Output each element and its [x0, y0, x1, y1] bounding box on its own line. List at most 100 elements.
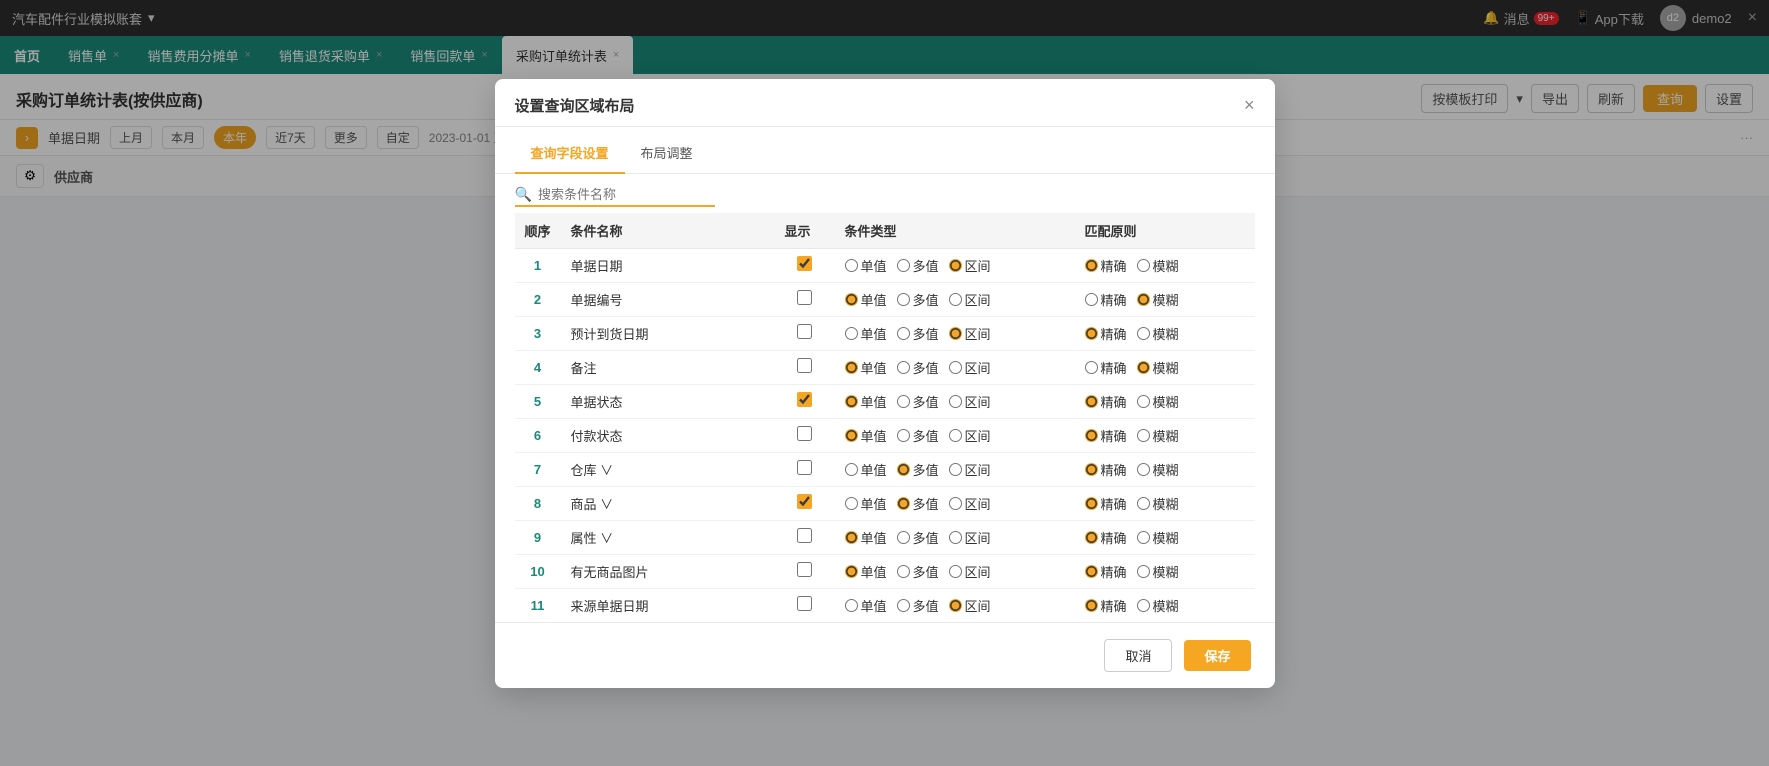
show-checkbox[interactable] [797, 290, 812, 305]
match-option-精确[interactable]: 精确 [1085, 596, 1127, 615]
type-radio-多值[interactable] [897, 327, 910, 340]
dialog-close-button[interactable]: × [1244, 95, 1255, 116]
match-radio-模糊[interactable] [1137, 531, 1150, 544]
type-option-单值[interactable]: 单值 [845, 358, 887, 377]
type-radio-单值[interactable] [845, 361, 858, 374]
type-radio-单值[interactable] [845, 565, 858, 578]
type-radio-多值[interactable] [897, 599, 910, 612]
match-option-模糊[interactable]: 模糊 [1137, 256, 1179, 275]
cancel-button[interactable]: 取消 [1104, 639, 1172, 672]
show-checkbox[interactable] [797, 358, 812, 373]
type-option-区间[interactable]: 区间 [949, 528, 991, 547]
type-option-区间[interactable]: 区间 [949, 426, 991, 445]
type-option-多值[interactable]: 多值 [897, 256, 939, 275]
match-option-精确[interactable]: 精确 [1085, 324, 1127, 343]
match-option-模糊[interactable]: 模糊 [1137, 324, 1179, 343]
type-option-多值[interactable]: 多值 [897, 392, 939, 411]
type-radio-单值[interactable] [845, 531, 858, 544]
match-option-精确[interactable]: 精确 [1085, 256, 1127, 275]
type-radio-单值[interactable] [845, 259, 858, 272]
type-option-多值[interactable]: 多值 [897, 528, 939, 547]
type-option-单值[interactable]: 单值 [845, 596, 887, 615]
type-option-多值[interactable]: 多值 [897, 324, 939, 343]
match-radio-模糊[interactable] [1137, 599, 1150, 612]
show-checkbox[interactable] [797, 426, 812, 441]
type-option-多值[interactable]: 多值 [897, 426, 939, 445]
match-radio-模糊[interactable] [1137, 497, 1150, 510]
type-radio-区间[interactable] [949, 327, 962, 340]
type-option-单值[interactable]: 单值 [845, 324, 887, 343]
match-radio-精确[interactable] [1085, 429, 1098, 442]
type-option-单值[interactable]: 单值 [845, 256, 887, 275]
match-radio-精确[interactable] [1085, 395, 1098, 408]
type-radio-多值[interactable] [897, 395, 910, 408]
match-option-精确[interactable]: 精确 [1085, 392, 1127, 411]
type-radio-区间[interactable] [949, 497, 962, 510]
type-radio-多值[interactable] [897, 429, 910, 442]
match-option-模糊[interactable]: 模糊 [1137, 494, 1179, 513]
match-option-模糊[interactable]: 模糊 [1137, 460, 1179, 479]
type-radio-单值[interactable] [845, 293, 858, 306]
type-radio-区间[interactable] [949, 599, 962, 612]
match-option-模糊[interactable]: 模糊 [1137, 426, 1179, 445]
show-checkbox[interactable] [797, 596, 812, 611]
type-radio-区间[interactable] [949, 293, 962, 306]
show-checkbox[interactable] [797, 528, 812, 543]
type-option-多值[interactable]: 多值 [897, 562, 939, 581]
match-option-精确[interactable]: 精确 [1085, 562, 1127, 581]
type-option-单值[interactable]: 单值 [845, 528, 887, 547]
type-option-区间[interactable]: 区间 [949, 256, 991, 275]
match-option-精确[interactable]: 精确 [1085, 358, 1127, 377]
type-radio-单值[interactable] [845, 599, 858, 612]
type-option-多值[interactable]: 多值 [897, 494, 939, 513]
match-radio-模糊[interactable] [1137, 463, 1150, 476]
match-option-模糊[interactable]: 模糊 [1137, 358, 1179, 377]
match-option-精确[interactable]: 精确 [1085, 528, 1127, 547]
match-radio-模糊[interactable] [1137, 293, 1150, 306]
show-checkbox[interactable] [797, 562, 812, 577]
type-option-多值[interactable]: 多值 [897, 290, 939, 309]
match-radio-模糊[interactable] [1137, 361, 1150, 374]
type-radio-单值[interactable] [845, 395, 858, 408]
type-radio-区间[interactable] [949, 361, 962, 374]
show-checkbox[interactable] [797, 392, 812, 407]
type-option-区间[interactable]: 区间 [949, 494, 991, 513]
match-option-精确[interactable]: 精确 [1085, 460, 1127, 479]
type-radio-多值[interactable] [897, 259, 910, 272]
match-radio-模糊[interactable] [1137, 395, 1150, 408]
type-radio-区间[interactable] [949, 565, 962, 578]
type-option-区间[interactable]: 区间 [949, 290, 991, 309]
match-radio-精确[interactable] [1085, 327, 1098, 340]
match-radio-精确[interactable] [1085, 259, 1098, 272]
match-radio-模糊[interactable] [1137, 429, 1150, 442]
type-option-单值[interactable]: 单值 [845, 562, 887, 581]
match-radio-精确[interactable] [1085, 531, 1098, 544]
type-radio-单值[interactable] [845, 327, 858, 340]
type-option-区间[interactable]: 区间 [949, 324, 991, 343]
show-checkbox[interactable] [797, 256, 812, 271]
search-input[interactable] [538, 187, 698, 202]
match-option-精确[interactable]: 精确 [1085, 290, 1127, 309]
type-option-多值[interactable]: 多值 [897, 358, 939, 377]
type-radio-单值[interactable] [845, 463, 858, 476]
save-button[interactable]: 保存 [1184, 640, 1250, 671]
match-radio-精确[interactable] [1085, 463, 1098, 476]
type-radio-单值[interactable] [845, 497, 858, 510]
type-radio-多值[interactable] [897, 293, 910, 306]
match-radio-精确[interactable] [1085, 599, 1098, 612]
type-radio-多值[interactable] [897, 361, 910, 374]
type-radio-区间[interactable] [949, 429, 962, 442]
type-option-区间[interactable]: 区间 [949, 392, 991, 411]
match-option-模糊[interactable]: 模糊 [1137, 528, 1179, 547]
match-option-模糊[interactable]: 模糊 [1137, 596, 1179, 615]
type-option-区间[interactable]: 区间 [949, 596, 991, 615]
match-option-精确[interactable]: 精确 [1085, 426, 1127, 445]
show-checkbox[interactable] [797, 324, 812, 339]
type-radio-多值[interactable] [897, 531, 910, 544]
dialog-tab-query[interactable]: 查询字段设置 [515, 137, 625, 174]
match-option-精确[interactable]: 精确 [1085, 494, 1127, 513]
match-radio-模糊[interactable] [1137, 327, 1150, 340]
type-radio-多值[interactable] [897, 463, 910, 476]
show-checkbox[interactable] [797, 494, 812, 509]
match-option-模糊[interactable]: 模糊 [1137, 290, 1179, 309]
